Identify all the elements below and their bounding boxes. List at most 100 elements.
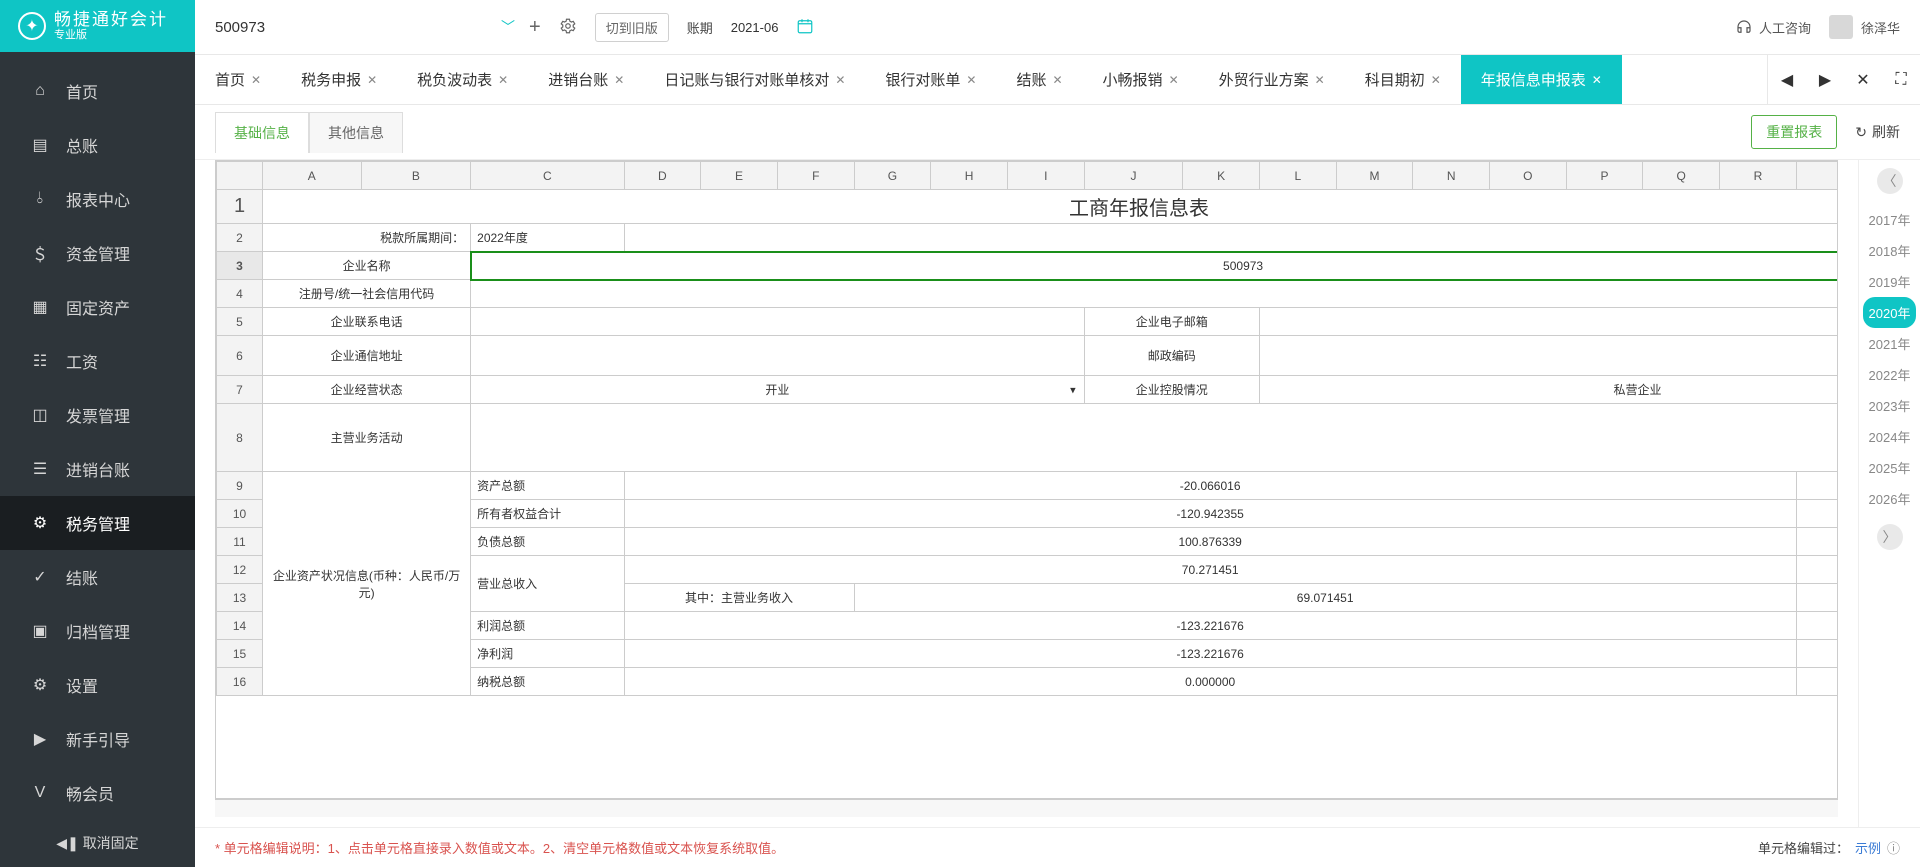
cell[interactable] [471,308,1085,336]
year-option[interactable]: 2017年 [1863,204,1917,235]
tabs-scroll-left[interactable]: ◀ [1768,55,1806,104]
tab[interactable]: 结账✕ [996,55,1082,104]
year-scroll-down[interactable]: 〉 [1877,524,1903,550]
display-select[interactable]: 不公示 [1796,472,1838,500]
spreadsheet[interactable]: A B C D E F G H I J K L [215,160,1838,799]
tab[interactable]: 日记账与银行对账单核对✕ [644,55,865,104]
close-icon[interactable]: ✕ [498,73,508,87]
col-header[interactable]: D [624,162,701,190]
col-header[interactable]: E [701,162,778,190]
tabs-scroll-right[interactable]: ▶ [1806,55,1844,104]
display-select[interactable]: 不公示 [1796,612,1838,640]
subtab-other[interactable]: 其他信息 [309,112,403,153]
row-header[interactable]: 11 [217,528,263,556]
col-header[interactable]: A [263,162,362,190]
tab[interactable]: 银行对账单✕ [865,55,996,104]
year-option[interactable]: 2021年 [1863,328,1917,359]
col-header[interactable]: C [471,162,624,190]
row-header[interactable]: 12 [217,556,263,584]
display-select[interactable]: 不公示 [1796,640,1838,668]
consult-button[interactable]: 人工咨询 [1735,18,1811,37]
row-header[interactable]: 6 [217,336,263,376]
row-header[interactable]: 8 [217,404,263,472]
value-cell[interactable]: 69.071451 [854,584,1796,612]
cell[interactable] [471,336,1085,376]
display-select[interactable]: 不公示 [1796,528,1838,556]
tab[interactable]: 年报信息申报表✕ [1461,55,1622,104]
value-cell[interactable]: -20.066016 [624,472,1796,500]
cell[interactable] [1259,336,1838,376]
tab[interactable]: 税负波动表✕ [397,55,528,104]
year-option[interactable]: 2026年 [1863,483,1917,514]
row-header[interactable]: 16 [217,668,263,696]
row-header[interactable]: 2 [217,224,263,252]
tab[interactable]: 科目期初✕ [1345,55,1461,104]
company-select[interactable]: 500973 ﹀ [215,17,515,37]
select-all-cell[interactable] [217,162,263,190]
row-header[interactable]: 5 [217,308,263,336]
close-icon[interactable]: ✕ [1315,73,1325,87]
col-header[interactable]: G [854,162,931,190]
row-header[interactable]: 1 [217,190,263,224]
col-header[interactable]: P [1566,162,1643,190]
value-cell[interactable]: -123.221676 [624,640,1796,668]
nav-item-close-period[interactable]: ✓结账 [0,550,195,604]
col-header[interactable]: F [777,162,854,190]
nav-item-guide[interactable]: ▶新手引导 [0,712,195,766]
row-header[interactable]: 3 [217,252,263,280]
value-cell[interactable]: -120.942355 [624,500,1796,528]
value-cell[interactable]: 0.000000 [624,668,1796,696]
value-cell[interactable]: 100.876339 [624,528,1796,556]
horizontal-scrollbar[interactable] [215,799,1838,817]
nav-item-chart[interactable]: ⫰报表中心 [0,172,195,226]
nav-item-ledger[interactable]: ☰进销台账 [0,442,195,496]
refresh-button[interactable]: ↻ 刷新 [1855,122,1900,142]
close-icon[interactable]: ✕ [835,73,845,87]
nav-item-tax[interactable]: ⚙税务管理 [0,496,195,550]
col-header[interactable]: N [1413,162,1490,190]
close-icon[interactable]: ✕ [1592,73,1602,87]
display-select[interactable]: 不公示 [1796,556,1838,584]
close-icon[interactable]: ✕ [1431,73,1441,87]
row-header[interactable]: 14 [217,612,263,640]
col-header[interactable]: K [1183,162,1260,190]
display-select[interactable]: 不公示 [1796,500,1838,528]
nav-item-book[interactable]: ▤总账 [0,118,195,172]
value-cell[interactable]: -123.221676 [624,612,1796,640]
fullscreen-icon[interactable]: ⛶ [1882,55,1920,104]
close-icon[interactable]: ✕ [966,73,976,87]
cell[interactable] [1259,308,1838,336]
close-icon[interactable]: ✕ [1052,73,1062,87]
row-header[interactable]: 4 [217,280,263,308]
col-header[interactable]: S [1796,162,1838,190]
row-header[interactable]: 7 [217,376,263,404]
subtab-basic[interactable]: 基础信息 [215,112,309,153]
add-icon[interactable]: + [529,16,541,39]
nav-item-money[interactable]: ＄资金管理 [0,226,195,280]
nav-item-archive[interactable]: ▣归档管理 [0,604,195,658]
year-option[interactable]: 2024年 [1863,421,1917,452]
company-name-cell[interactable]: 500973 [471,252,1838,280]
calendar-icon[interactable] [796,17,814,38]
display-select[interactable]: 不公示 [1796,668,1838,696]
value-cell[interactable]: 70.271451 [624,556,1796,584]
col-header[interactable]: I [1007,162,1084,190]
col-header[interactable]: H [931,162,1008,190]
unpin-button[interactable]: ◀❚ 取消固定 [0,820,195,867]
gear-icon[interactable] [559,17,577,38]
close-icon[interactable]: ✕ [614,73,624,87]
reset-report-button[interactable]: 重置报表 [1751,115,1837,149]
tab[interactable]: 税务申报✕ [281,55,397,104]
old-version-button[interactable]: 切到旧版 [595,13,669,42]
col-header[interactable]: L [1259,162,1336,190]
close-icon[interactable]: ✕ [251,73,261,87]
col-header[interactable]: B [361,162,471,190]
footer-example-link[interactable]: 示例 [1855,838,1881,857]
tab[interactable]: 进销台账✕ [528,55,644,104]
cell[interactable] [624,224,1838,252]
nav-item-invoice[interactable]: ◫发票管理 [0,388,195,442]
tab[interactable]: 小畅报销✕ [1083,55,1199,104]
col-header[interactable]: R [1720,162,1797,190]
row-header[interactable]: 9 [217,472,263,500]
nav-item-asset[interactable]: ▦固定资产 [0,280,195,334]
